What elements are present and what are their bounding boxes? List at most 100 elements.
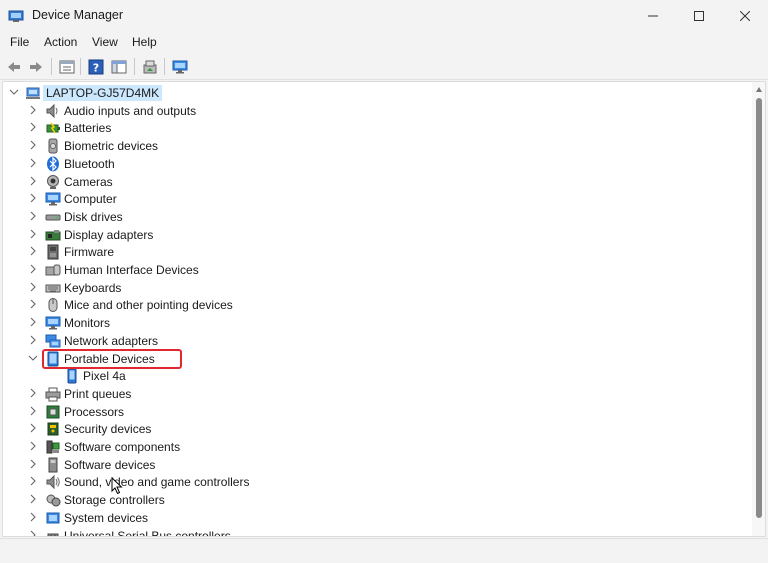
- tree-item-label: Software devices: [64, 457, 156, 472]
- tree-item-processors[interactable]: Processors: [3, 403, 743, 421]
- chevron-right-icon[interactable]: [28, 476, 38, 486]
- processor-icon: [46, 405, 60, 419]
- tree-item-label: System devices: [64, 510, 149, 525]
- tree-item-system-devices[interactable]: System devices: [3, 509, 743, 527]
- tree-item-computer[interactable]: Computer: [3, 190, 743, 208]
- chevron-right-icon[interactable]: [28, 388, 38, 398]
- tree-item-disk-drives[interactable]: Disk drives: [3, 208, 743, 226]
- chevron-right-icon[interactable]: [28, 406, 38, 416]
- back-button[interactable]: [3, 56, 25, 78]
- chevron-right-icon[interactable]: [28, 158, 38, 168]
- chevron-right-icon[interactable]: [28, 211, 38, 221]
- minimize-icon: [648, 15, 658, 17]
- tree-item-batteries[interactable]: Batteries: [3, 119, 743, 137]
- chevron-right-icon[interactable]: [28, 459, 38, 469]
- chevron-right-icon[interactable]: [28, 441, 38, 451]
- biometric-icon: [48, 138, 58, 154]
- chevron-right-icon[interactable]: [28, 530, 38, 538]
- security-icon: [47, 422, 59, 436]
- tree-item-universal-serial-bus-controllers[interactable]: Universal Serial Bus controllers: [3, 527, 743, 538]
- chevron-right-icon[interactable]: [28, 423, 38, 433]
- properties-button[interactable]: [56, 56, 78, 78]
- computer-icon: [45, 192, 61, 206]
- menu-help[interactable]: Help: [132, 35, 157, 49]
- update-driver-icon: [143, 60, 157, 74]
- chevron-right-icon[interactable]: [28, 335, 38, 345]
- menu-action[interactable]: Action: [44, 35, 77, 49]
- network-icon: [45, 334, 61, 348]
- status-bar: [0, 538, 768, 563]
- chevron-right-icon[interactable]: [28, 122, 38, 132]
- toolbar-separator: [164, 58, 165, 75]
- help-icon: ?: [88, 59, 104, 75]
- chevron-right-icon[interactable]: [28, 264, 38, 274]
- tree-item-network-adapters[interactable]: Network adapters: [3, 332, 743, 350]
- monitor-scan-icon: [172, 60, 188, 74]
- hid-icon: [45, 264, 61, 276]
- forward-button[interactable]: [25, 56, 47, 78]
- toolbar-separator: [51, 58, 52, 75]
- scroll-up-arrow-icon[interactable]: [755, 86, 763, 94]
- bluetooth-icon: [47, 156, 59, 172]
- chevron-right-icon[interactable]: [28, 494, 38, 504]
- update-driver-button[interactable]: [139, 56, 161, 78]
- tree-item-bluetooth[interactable]: Bluetooth: [3, 155, 743, 173]
- tree-item-firmware[interactable]: Firmware: [3, 243, 743, 261]
- chevron-right-icon[interactable]: [28, 193, 38, 203]
- chevron-down-icon[interactable]: [28, 353, 38, 363]
- show-hide-button[interactable]: [108, 56, 130, 78]
- usb-icon: [47, 533, 59, 536]
- tree-item-label: Universal Serial Bus controllers: [64, 528, 231, 537]
- menu-file[interactable]: File: [10, 35, 29, 49]
- chevron-right-icon[interactable]: [28, 512, 38, 522]
- help-button[interactable]: ?: [85, 56, 107, 78]
- camera-icon: [47, 174, 59, 189]
- tree-item-label: Audio inputs and outputs: [64, 103, 197, 118]
- tree-root[interactable]: LAPTOP-GJ57D4MK: [3, 84, 743, 102]
- minimize-button[interactable]: [630, 0, 676, 32]
- chevron-right-icon[interactable]: [28, 140, 38, 150]
- tree-item-display-adapters[interactable]: Display adapters: [3, 226, 743, 244]
- tree-item-label: Display adapters: [64, 227, 154, 242]
- tree-item-print-queues[interactable]: Print queues: [3, 385, 743, 403]
- tree-item-monitors[interactable]: Monitors: [3, 314, 743, 332]
- tree-item-label: Print queues: [64, 386, 132, 401]
- tree-item-audio-inputs-and-outputs[interactable]: Audio inputs and outputs: [3, 102, 743, 120]
- tree-item-software-components[interactable]: Software components: [3, 438, 743, 456]
- tree-root-label: LAPTOP-GJ57D4MK: [43, 85, 163, 101]
- chevron-right-icon[interactable]: [28, 176, 38, 186]
- tree-item-label: Network adapters: [64, 333, 159, 348]
- tree-item-security-devices[interactable]: Security devices: [3, 420, 743, 438]
- tree-item-biometric-devices[interactable]: Biometric devices: [3, 137, 743, 155]
- maximize-button[interactable]: [676, 0, 722, 32]
- tree-item-cameras[interactable]: Cameras: [3, 173, 743, 191]
- chevron-right-icon[interactable]: [28, 246, 38, 256]
- tree-item-software-devices[interactable]: Software devices: [3, 456, 743, 474]
- toolbar-separator: [134, 58, 135, 75]
- menu-view[interactable]: View: [92, 35, 118, 49]
- tree-item-label: Firmware: [64, 245, 114, 260]
- chevron-right-icon[interactable]: [28, 105, 38, 115]
- chevron-right-icon[interactable]: [28, 299, 38, 309]
- tree-item-keyboards[interactable]: Keyboards: [3, 279, 743, 297]
- printer-icon: [45, 387, 61, 402]
- chevron-down-icon[interactable]: [9, 87, 19, 97]
- chevron-right-icon[interactable]: [28, 282, 38, 292]
- tree-item-human-interface-devices[interactable]: Human Interface Devices: [3, 261, 743, 279]
- battery-icon: [46, 122, 60, 134]
- firmware-icon: [47, 244, 59, 260]
- chevron-right-icon[interactable]: [28, 229, 38, 239]
- software-device-icon: [48, 457, 58, 473]
- toolbar-separator: [80, 58, 81, 75]
- tree-child-device[interactable]: Pixel 4a: [3, 367, 743, 385]
- tree-item-mice-and-other-pointing-devices[interactable]: Mice and other pointing devices: [3, 296, 743, 314]
- scrollbar-thumb[interactable]: [756, 98, 762, 518]
- close-button[interactable]: [722, 0, 768, 32]
- chevron-right-icon[interactable]: [28, 317, 38, 327]
- tree-child-label: Pixel 4a: [83, 369, 126, 384]
- scan-hardware-button[interactable]: [169, 56, 191, 78]
- vertical-scrollbar[interactable]: [752, 82, 765, 536]
- tree-item-label: Biometric devices: [64, 139, 159, 154]
- device-tree[interactable]: LAPTOP-GJ57D4MK Audio inputs and outputs…: [2, 81, 766, 537]
- title-bar: Device Manager: [0, 0, 768, 32]
